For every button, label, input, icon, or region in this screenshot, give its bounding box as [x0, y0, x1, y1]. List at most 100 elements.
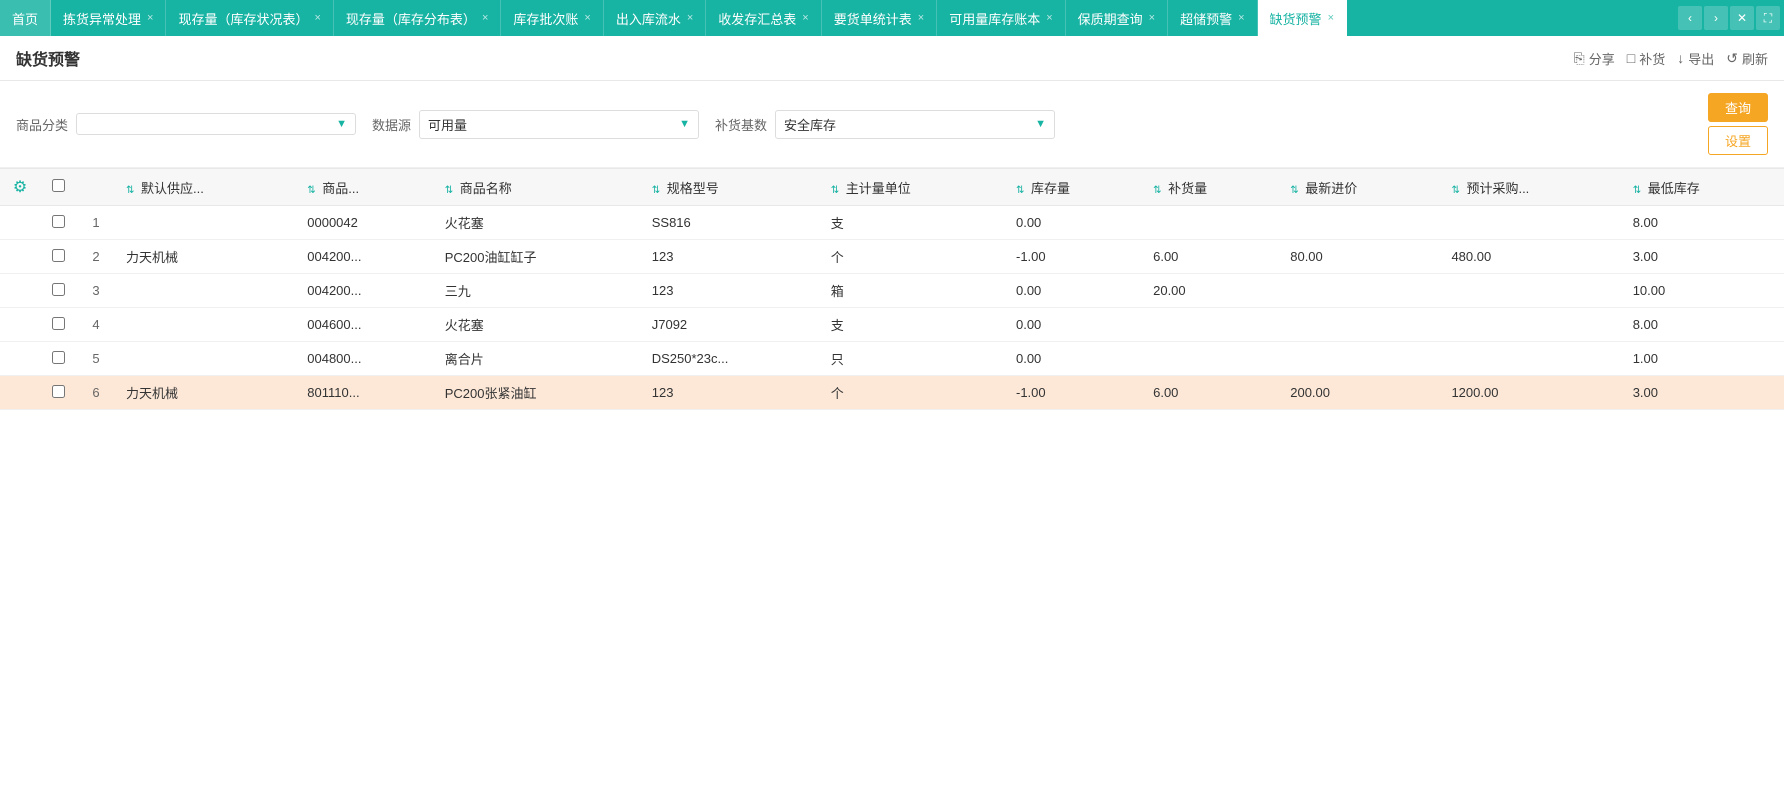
- col-index-header: [76, 169, 116, 206]
- row-index-2: 3: [76, 274, 116, 308]
- table-row: 2 力天机械 004200... PC200油缸缸子 123 个 -1.00 6…: [0, 240, 1784, 274]
- row-code-0: 0000042: [297, 206, 434, 240]
- col-name-header[interactable]: ⇅ 商品名称: [435, 169, 642, 206]
- table-row: 1 0000042 火花塞 SS816 支 0.00 8.00: [0, 206, 1784, 240]
- col-estimated-purchase-label: 预计采购...: [1466, 181, 1529, 196]
- row-replenish-4: [1143, 342, 1280, 376]
- select-all-checkbox[interactable]: [52, 179, 65, 192]
- share-button[interactable]: ⎘ 分享: [1574, 49, 1615, 68]
- row-min-stock-2: 10.00: [1623, 274, 1784, 308]
- row-stock-5: -1.00: [1006, 376, 1143, 410]
- tab-close-all[interactable]: ✕: [1730, 6, 1754, 30]
- filter-row: 商品分类 ▼ 数据源 可用量 ▼ 补货基数 安全库存 ▼ 查询 设置: [0, 81, 1784, 168]
- row-checkbox-1: [40, 240, 76, 274]
- col-min-stock-header[interactable]: ⇅ 最低库存: [1623, 169, 1784, 206]
- tab-abnormal-label: 拣货异常处理: [63, 9, 141, 28]
- col-name-label: 商品名称: [460, 181, 512, 196]
- tab-shortage[interactable]: 缺货预警 ×: [1258, 0, 1347, 36]
- datasource-label: 数据源: [372, 115, 411, 134]
- query-button[interactable]: 查询: [1708, 93, 1768, 122]
- tab-inventory-status[interactable]: 现存量（库存状况表） ×: [166, 0, 333, 36]
- tab-inout-flow-close[interactable]: ×: [687, 12, 693, 24]
- row-select-checkbox-0[interactable]: [52, 215, 65, 228]
- tab-available-close[interactable]: ×: [1046, 12, 1052, 24]
- replenish-label: 补货: [1639, 49, 1665, 68]
- datasource-select[interactable]: 可用量 ▼: [419, 110, 699, 139]
- page-title: 缺货预警: [16, 46, 80, 70]
- tab-home[interactable]: 首页: [0, 0, 51, 36]
- row-supplier-5: 力天机械: [116, 376, 297, 410]
- row-estimated-purchase-2: [1441, 274, 1622, 308]
- row-latest-price-0: [1280, 206, 1441, 240]
- tab-inventory-dist[interactable]: 现存量（库存分布表） ×: [334, 0, 501, 36]
- tab-batch-close[interactable]: ×: [584, 12, 590, 24]
- row-select-checkbox-2[interactable]: [52, 283, 65, 296]
- refresh-button[interactable]: ↺ 刷新: [1726, 49, 1768, 68]
- tab-order-stat-close[interactable]: ×: [918, 12, 924, 24]
- replenish-basis-chevron-down-icon: ▼: [1035, 118, 1046, 130]
- tab-inventory-dist-close[interactable]: ×: [482, 12, 488, 24]
- col-code-header[interactable]: ⇅ 商品...: [297, 169, 434, 206]
- col-replenish-header[interactable]: ⇅ 补货量: [1143, 169, 1280, 206]
- tab-overstock-close[interactable]: ×: [1238, 12, 1244, 24]
- row-supplier-4: [116, 342, 297, 376]
- tab-abnormal[interactable]: 拣货异常处理 ×: [51, 0, 166, 36]
- row-estimated-purchase-4: [1441, 342, 1622, 376]
- export-button[interactable]: ↓ 导出: [1677, 49, 1714, 68]
- tab-scroll-right[interactable]: ›: [1704, 6, 1728, 30]
- row-select-checkbox-1[interactable]: [52, 249, 65, 262]
- tab-inout-flow[interactable]: 出入库流水 ×: [604, 0, 706, 36]
- table-row: 5 004800... 离合片 DS250*23c... 只 0.00 1.00: [0, 342, 1784, 376]
- col-latest-price-header[interactable]: ⇅ 最新进价: [1280, 169, 1441, 206]
- category-chevron-down-icon: ▼: [336, 118, 347, 130]
- tab-abnormal-close[interactable]: ×: [147, 12, 153, 24]
- settings-gear-icon[interactable]: ⚙: [13, 179, 27, 196]
- table-wrapper: ⚙ ⇅ 默认供应... ⇅ 商品... ⇅: [0, 168, 1784, 410]
- tab-collect-close[interactable]: ×: [802, 12, 808, 24]
- tab-shortage-close[interactable]: ×: [1328, 12, 1334, 24]
- row-checkbox-5: [40, 376, 76, 410]
- replenish-basis-select[interactable]: 安全库存 ▼: [775, 110, 1055, 139]
- table-row: 3 004200... 三九 123 箱 0.00 20.00 10.00: [0, 274, 1784, 308]
- header-actions: ⎘ 分享 □ 补货 ↓ 导出 ↺ 刷新: [1574, 49, 1768, 68]
- tab-order-stat[interactable]: 要货单统计表 ×: [822, 0, 937, 36]
- tab-collect[interactable]: 收发存汇总表 ×: [706, 0, 821, 36]
- row-name-4: 离合片: [435, 342, 642, 376]
- row-settings-2: [0, 274, 40, 308]
- col-unit-header[interactable]: ⇅ 主计量单位: [821, 169, 1006, 206]
- tab-scroll-left[interactable]: ‹: [1678, 6, 1702, 30]
- row-spec-3: J7092: [642, 308, 821, 342]
- tab-available[interactable]: 可用量库存账本 ×: [937, 0, 1065, 36]
- category-filter-group: 商品分类 ▼: [16, 113, 356, 135]
- tab-batch[interactable]: 库存批次账 ×: [501, 0, 603, 36]
- row-name-0: 火花塞: [435, 206, 642, 240]
- row-estimated-purchase-5: 1200.00: [1441, 376, 1622, 410]
- tab-expand[interactable]: ⛶: [1756, 6, 1780, 30]
- row-code-1: 004200...: [297, 240, 434, 274]
- row-code-4: 004800...: [297, 342, 434, 376]
- row-supplier-0: [116, 206, 297, 240]
- row-latest-price-4: [1280, 342, 1441, 376]
- data-table: ⚙ ⇅ 默认供应... ⇅ 商品... ⇅: [0, 168, 1784, 410]
- settings-button[interactable]: 设置: [1708, 126, 1768, 155]
- tab-inventory-status-close[interactable]: ×: [314, 12, 320, 24]
- row-select-checkbox-4[interactable]: [52, 351, 65, 364]
- col-stock-header[interactable]: ⇅ 库存量: [1006, 169, 1143, 206]
- row-select-checkbox-5[interactable]: [52, 385, 65, 398]
- row-code-5: 801110...: [297, 376, 434, 410]
- col-supplier-header[interactable]: ⇅ 默认供应...: [116, 169, 297, 206]
- row-code-3: 004600...: [297, 308, 434, 342]
- col-unit-label: 主计量单位: [846, 181, 911, 196]
- col-spec-header[interactable]: ⇅ 规格型号: [642, 169, 821, 206]
- row-select-checkbox-3[interactable]: [52, 317, 65, 330]
- col-estimated-purchase-header[interactable]: ⇅ 预计采购...: [1441, 169, 1622, 206]
- replenish-button[interactable]: □ 补货: [1627, 49, 1665, 68]
- tab-overstock[interactable]: 超储预警 ×: [1168, 0, 1257, 36]
- tab-expiry[interactable]: 保质期查询 ×: [1066, 0, 1168, 36]
- tab-expiry-close[interactable]: ×: [1149, 12, 1155, 24]
- category-select[interactable]: ▼: [76, 113, 356, 135]
- row-supplier-2: [116, 274, 297, 308]
- tab-available-label: 可用量库存账本: [949, 9, 1040, 28]
- row-min-stock-0: 8.00: [1623, 206, 1784, 240]
- row-settings-0: [0, 206, 40, 240]
